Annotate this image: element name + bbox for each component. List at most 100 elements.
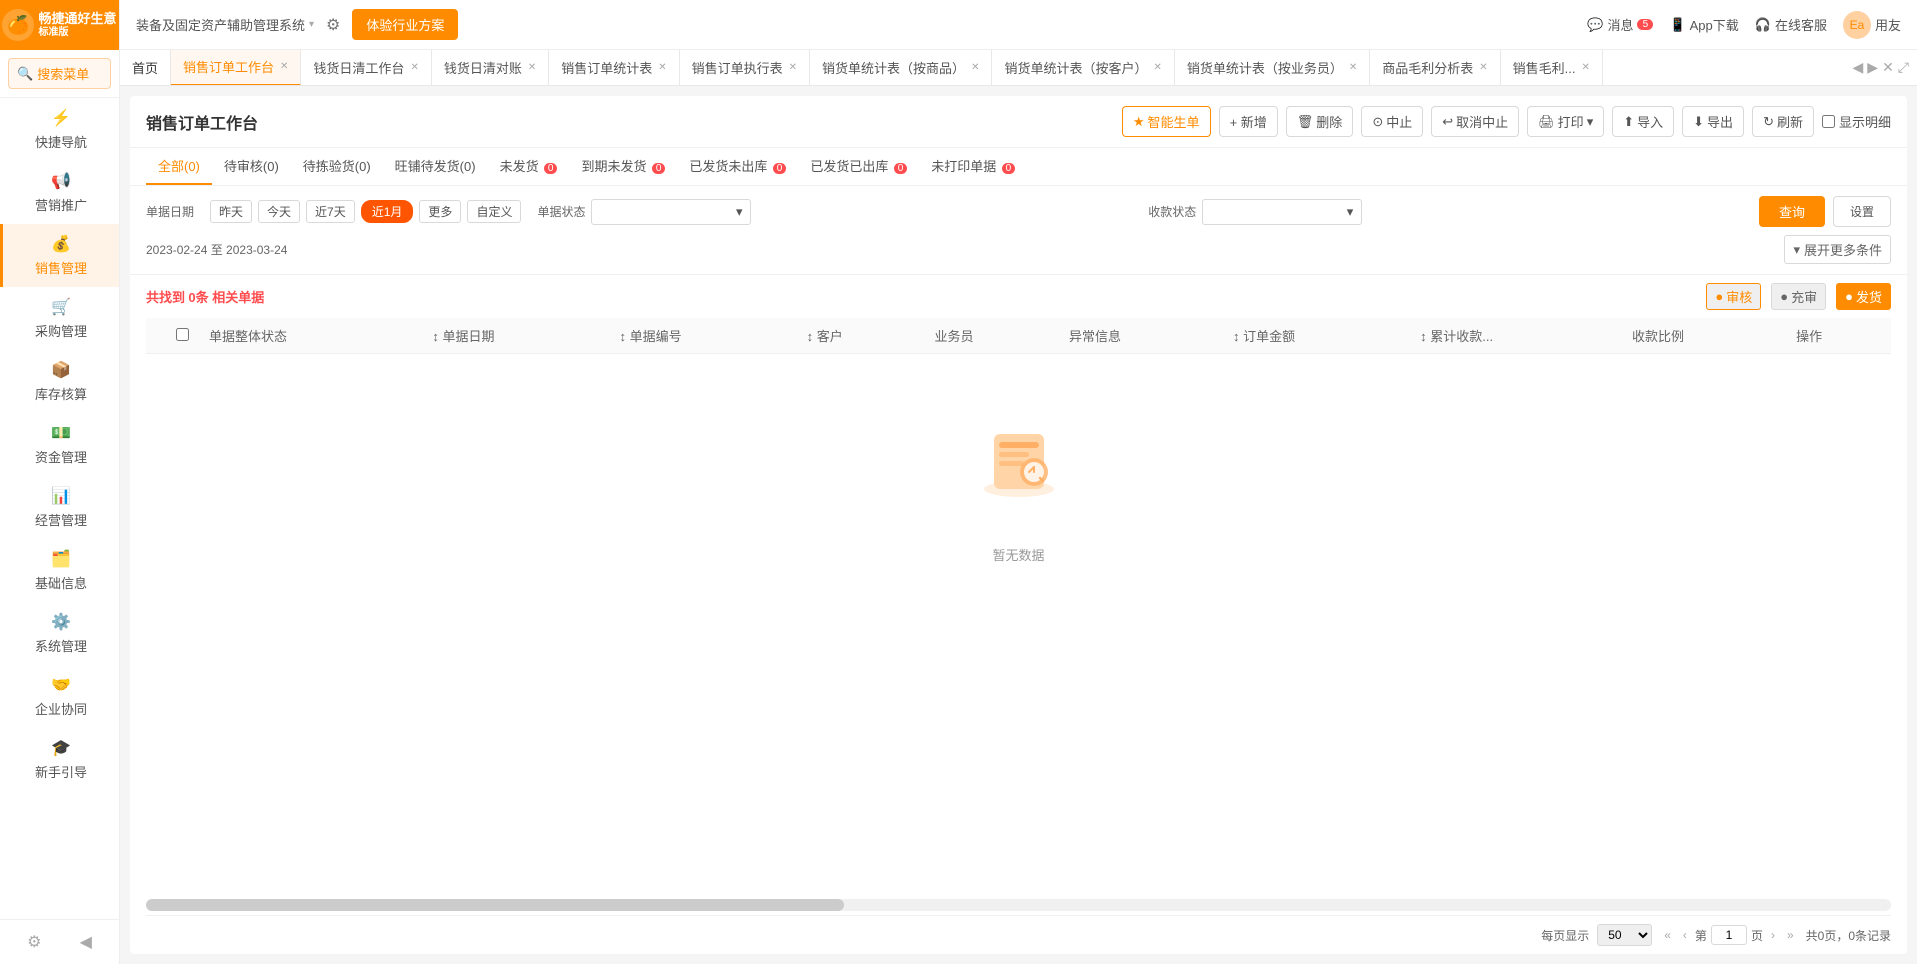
quick-nav-icon: ⚡: [51, 108, 71, 128]
user-item[interactable]: Ea 用友: [1843, 11, 1901, 39]
sidebar-item-basic[interactable]: 🗂️ 基础信息: [0, 539, 119, 602]
search-menu-button[interactable]: 🔍 搜索菜单: [8, 58, 111, 89]
expand-conditions-btn[interactable]: ▾ 展开更多条件: [1784, 235, 1891, 264]
page-next-btn[interactable]: ›: [1767, 926, 1779, 944]
delete-icon: 🗑: [1297, 114, 1314, 130]
date-last1m-btn[interactable]: 近1月: [361, 200, 414, 223]
sub-tab-pending-review[interactable]: 待审核(0): [212, 148, 291, 185]
select-all-checkbox[interactable]: [176, 328, 189, 341]
payment-select-arrow: ▾: [1347, 204, 1354, 220]
tab-gross-profit[interactable]: 商品毛利分析表 ✕: [1370, 50, 1500, 86]
tab-cash-daily[interactable]: 钱货日清工作台 ✕: [301, 50, 431, 86]
tab-sales-more[interactable]: 销售毛利... ✕: [1501, 50, 1603, 86]
table-scrollbar-thumb[interactable]: [146, 899, 844, 911]
tab-summary-product-close[interactable]: ✕: [971, 62, 979, 73]
sidebar-item-newbie[interactable]: 🎓 新手引导: [0, 728, 119, 791]
tab-sales-stat[interactable]: 销售订单统计表 ✕: [549, 50, 679, 86]
query-btn[interactable]: 查询: [1759, 196, 1825, 227]
tab-sales-stat-close[interactable]: ✕: [658, 62, 666, 73]
send-op-btn[interactable]: ● 发货: [1836, 283, 1891, 310]
tab-sales-more-close[interactable]: ✕: [1582, 62, 1590, 73]
export-btn[interactable]: ⬇ 导出: [1682, 106, 1744, 137]
smart-create-btn[interactable]: ★ 智能生单: [1122, 106, 1211, 137]
set-btn[interactable]: 设置: [1833, 196, 1891, 227]
uncheck-op-btn[interactable]: ● 充审: [1771, 283, 1826, 310]
gear-icon[interactable]: ⚙: [326, 15, 340, 35]
sidebar-item-quick-nav[interactable]: ⚡ 快捷导航: [0, 98, 119, 161]
date-yesterday-btn[interactable]: 昨天: [210, 200, 252, 223]
sub-tab-not-printed[interactable]: 未打印单据 0: [919, 148, 1027, 185]
tab-sales-summary-product[interactable]: 销货单统计表（按商品） ✕: [810, 50, 992, 86]
sub-tab-expired[interactable]: 到期未发货 0: [569, 148, 677, 185]
sidebar-item-inventory[interactable]: 📦 库存核算: [0, 350, 119, 413]
system-title-text: 装备及固定资产辅助管理系统: [136, 15, 305, 34]
shipped-not-stored-badge: 0: [773, 163, 787, 174]
page-prev-btn[interactable]: ‹: [1679, 926, 1691, 944]
tabs-close-all-btn[interactable]: ✕: [1882, 59, 1894, 76]
sidebar-item-marketing[interactable]: 📢 营销推广: [0, 161, 119, 224]
sub-tab-shipped-not-stored[interactable]: 已发货未出库 0: [677, 148, 798, 185]
page-prev-more-btn[interactable]: «: [1660, 926, 1675, 944]
sidebar-search-area: 🔍 搜索菜单: [0, 50, 119, 98]
tab-cash-daily-close[interactable]: ✕: [410, 62, 418, 73]
page-size-select[interactable]: 50 100 200: [1597, 924, 1652, 946]
date-today-btn[interactable]: 今天: [258, 200, 300, 223]
tab-sales-exec-close[interactable]: ✕: [789, 62, 797, 73]
payment-select[interactable]: ▾: [1202, 199, 1362, 225]
tab-gross-profit-close[interactable]: ✕: [1479, 62, 1487, 73]
tab-cash-reconcile-close[interactable]: ✕: [528, 62, 536, 73]
delete-btn[interactable]: 🗑 删除: [1286, 106, 1354, 137]
sidebar-item-purchase[interactable]: 🛒 采购管理: [0, 287, 119, 350]
page-next-more-btn[interactable]: »: [1783, 926, 1798, 944]
refresh-btn[interactable]: ↻ 刷新: [1752, 106, 1814, 137]
show-detail-input[interactable]: [1822, 115, 1835, 128]
cancel-stop-btn[interactable]: ↩ 取消中止: [1431, 106, 1519, 137]
tab-summary-staff-close[interactable]: ✕: [1349, 62, 1357, 73]
sidebar-item-system[interactable]: ⚙️ 系统管理: [0, 602, 119, 665]
tabs-fullscreen-btn[interactable]: ⤢: [1898, 59, 1909, 76]
sub-tab-wangpu[interactable]: 旺铺待发货(0): [383, 148, 488, 185]
sub-tab-pending-check[interactable]: 待拣验货(0): [291, 148, 383, 185]
tab-sales-exec-label: 销售订单执行表: [692, 58, 783, 77]
tab-sales-summary-customer[interactable]: 销货单统计表（按客户） ✕: [992, 50, 1174, 86]
system-title-dropdown[interactable]: 装备及固定资产辅助管理系统 ▾: [136, 15, 314, 34]
date-custom-btn[interactable]: 自定义: [467, 200, 521, 223]
col-check: [166, 318, 199, 354]
date-last7-btn[interactable]: 近7天: [306, 200, 355, 223]
sub-tab-all[interactable]: 全部(0): [146, 148, 212, 185]
sidebar-item-sales[interactable]: 💰 销售管理: [0, 224, 119, 287]
message-item[interactable]: 💬 消息 5: [1587, 15, 1653, 34]
collapse-icon[interactable]: ◀: [80, 932, 92, 952]
sub-tab-not-shipped[interactable]: 未发货 0: [488, 148, 570, 185]
import-btn[interactable]: ⬆ 导入: [1612, 106, 1674, 137]
show-detail-checkbox[interactable]: 显示明细: [1822, 112, 1891, 131]
date-more-btn[interactable]: 更多: [419, 200, 461, 223]
tab-sales-exec[interactable]: 销售订单执行表 ✕: [680, 50, 810, 86]
app-download-item[interactable]: 📱 App下载: [1669, 15, 1738, 34]
tab-cash-reconcile[interactable]: 钱货日清对账 ✕: [432, 50, 549, 86]
sidebar-item-finance[interactable]: 💵 资金管理: [0, 413, 119, 476]
tabs-next-btn[interactable]: ▶: [1867, 59, 1878, 76]
tab-sales-order-close[interactable]: ✕: [280, 61, 288, 72]
table-scrollbar[interactable]: [146, 899, 1891, 911]
trial-btn[interactable]: 体验行业方案: [352, 9, 458, 40]
tab-home[interactable]: 首页: [120, 50, 171, 86]
sub-tab-shipped-stored[interactable]: 已发货已出库 0: [798, 148, 919, 185]
print-btn[interactable]: 🖨 打印 ▾: [1527, 106, 1604, 137]
sidebar-item-operation[interactable]: 📊 经营管理: [0, 476, 119, 539]
review-op-btn[interactable]: ● 审核: [1706, 283, 1761, 310]
tab-sales-summary-staff[interactable]: 销货单统计表（按业务员） ✕: [1175, 50, 1370, 86]
online-service-item[interactable]: 🎧 在线客服: [1755, 15, 1827, 34]
sidebar-item-enterprise[interactable]: 🤝 企业协同: [0, 665, 119, 728]
add-btn[interactable]: + 新增: [1219, 106, 1278, 137]
stop-btn[interactable]: ⊙ 中止: [1361, 106, 1423, 137]
col-date: ↕ 单据日期: [422, 318, 609, 354]
settings-icon[interactable]: ⚙: [27, 932, 41, 952]
status-select[interactable]: ▾: [591, 199, 751, 225]
basic-icon: 🗂️: [51, 549, 71, 569]
not-printed-badge: 0: [1002, 163, 1016, 174]
tab-sales-order[interactable]: 销售订单工作台 ✕: [171, 50, 301, 86]
page-num-input[interactable]: [1711, 925, 1747, 945]
tab-summary-customer-close[interactable]: ✕: [1153, 62, 1161, 73]
tabs-prev-btn[interactable]: ◀: [1853, 59, 1864, 76]
